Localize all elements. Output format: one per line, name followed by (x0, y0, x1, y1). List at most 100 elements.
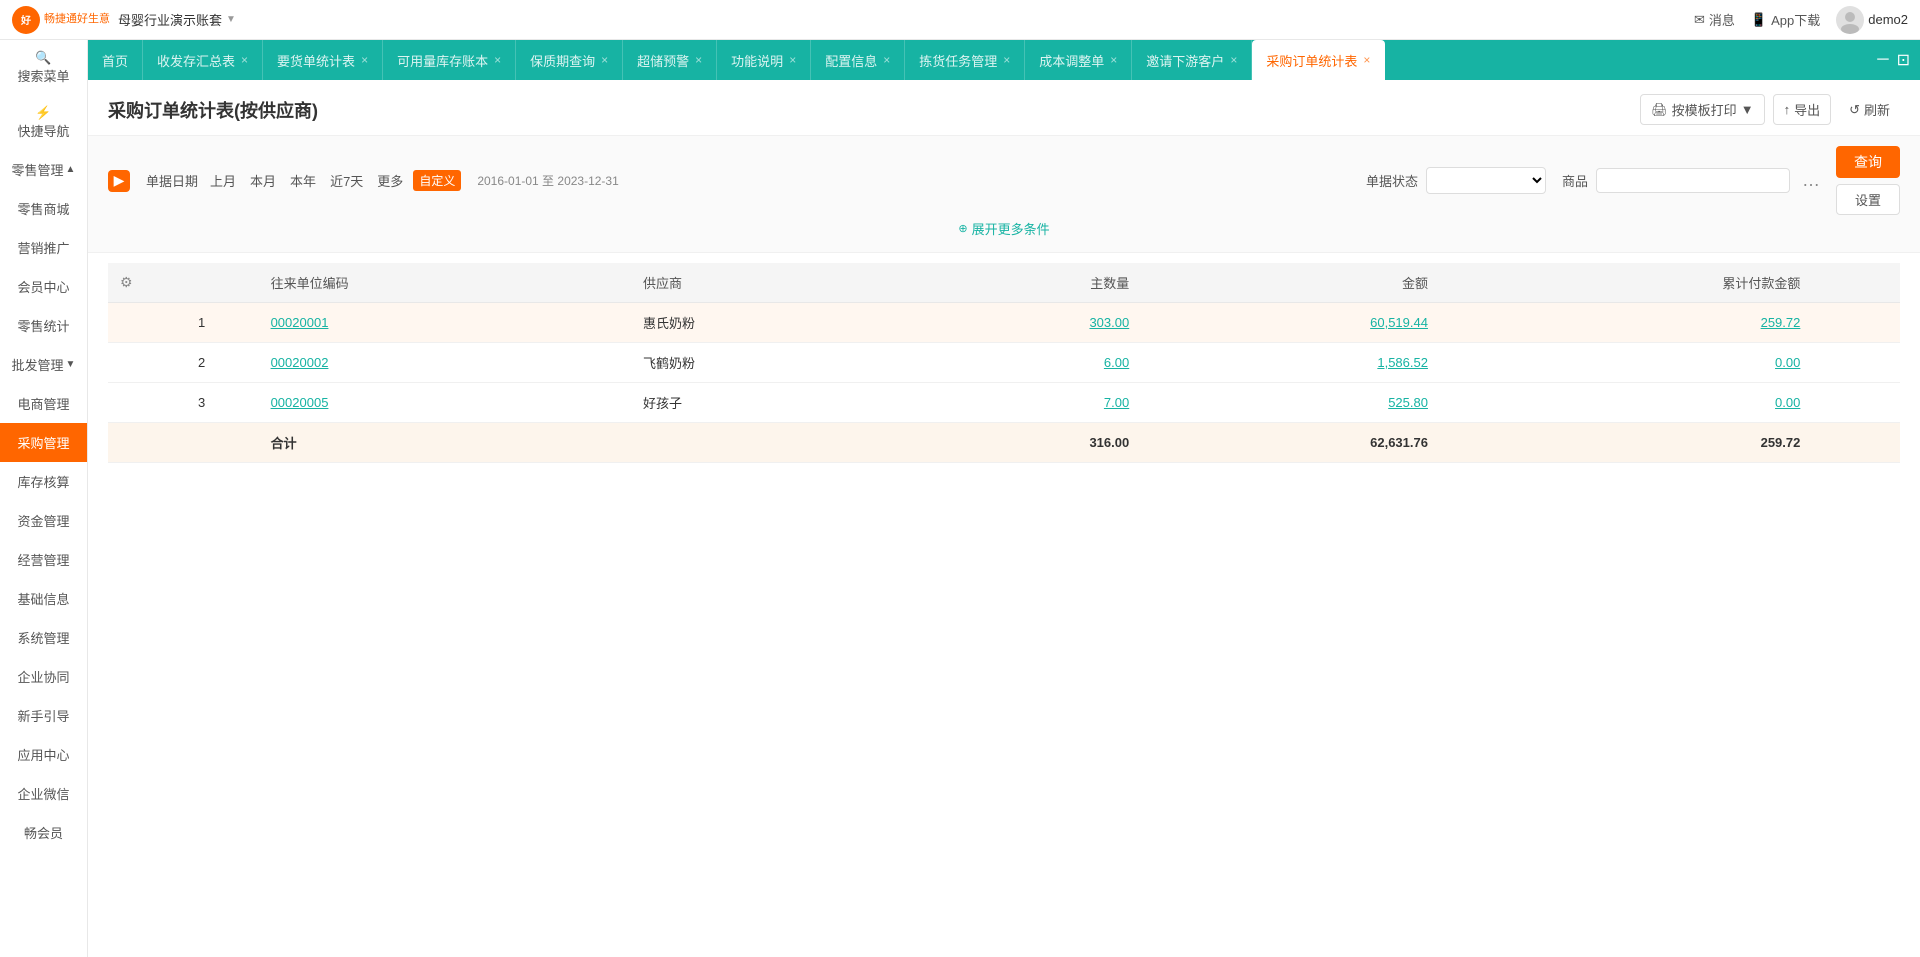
refresh-button[interactable]: ↺ 刷新 (1839, 95, 1900, 124)
query-panel: 查询 设置 (1836, 146, 1900, 215)
col-header-supplier: 供应商 (631, 263, 908, 303)
date-custom-tag[interactable]: 自定义 (413, 170, 461, 191)
tab-home[interactable]: 首页 (88, 40, 143, 80)
tab-picking-task-close[interactable]: × (1003, 53, 1010, 67)
date-shortcut-more[interactable]: 更多 (373, 169, 407, 192)
right-filters: 单据状态 商品 … 查询 设置 (635, 146, 1900, 215)
tabs-minimize-icon[interactable]: ─ (1877, 51, 1888, 69)
more-dots-icon[interactable]: … (1802, 170, 1820, 191)
tab-available-stock[interactable]: 可用量库存账本 × (383, 40, 516, 80)
row-paid-cell[interactable]: 0.00 (1440, 383, 1812, 423)
retail-arrow-icon: ▲ (66, 164, 76, 175)
tab-expiry-query-close[interactable]: × (601, 53, 608, 67)
sidebar-item-newguide[interactable]: 新手引导 (0, 696, 87, 735)
row-code-cell[interactable]: 00020001 (259, 303, 631, 343)
tab-picking-task[interactable]: 拣货任务管理 × (905, 40, 1025, 80)
column-settings-icon[interactable]: ⚙ (120, 274, 133, 290)
app-download-action[interactable]: 📱 App下载 (1751, 10, 1820, 29)
row-qty-cell[interactable]: 303.00 (908, 303, 1141, 343)
row-paid-cell[interactable]: 0.00 (1440, 343, 1812, 383)
col-header-empty (1812, 263, 1900, 303)
sidebar-item-wholesale[interactable]: 批发管理 ▼ (0, 345, 87, 384)
sidebar-item-system[interactable]: 系统管理 (0, 618, 87, 657)
date-shortcut-last-month[interactable]: 上月 (206, 169, 240, 192)
user-area[interactable]: demo2 (1836, 6, 1908, 34)
sidebar: 🔍 搜索菜单 ⚡ 快捷导航 零售管理 ▲ 零售商城 营销推广 会员中心 零售统计… (0, 40, 88, 957)
tab-overstock-warning-label: 超储预警 (637, 51, 689, 70)
tab-function-desc[interactable]: 功能说明 × (717, 40, 811, 80)
tab-purchase-goods-close[interactable]: × (361, 53, 368, 67)
table-footer-row: 合计 316.00 62,631.76 259.72 (108, 423, 1900, 463)
sidebar-item-member[interactable]: 会员中心 (0, 267, 87, 306)
sidebar-item-basic[interactable]: 基础信息 (0, 579, 87, 618)
tab-invite-downstream-close[interactable]: × (1230, 53, 1237, 67)
sidebar-item-operations[interactable]: 经营管理 (0, 540, 87, 579)
row-code-cell[interactable]: 00020005 (259, 383, 631, 423)
tab-purchase-goods[interactable]: 要货单统计表 × (263, 40, 383, 80)
sidebar-item-inventory[interactable]: 库存核算 (0, 462, 87, 501)
tab-cost-adjust-close[interactable]: × (1110, 53, 1117, 67)
row-no-cell: 2 (145, 343, 259, 383)
workspace-label: 母婴行业演示账套 (118, 10, 222, 29)
tab-picking-task-label: 拣货任务管理 (919, 51, 997, 70)
tab-expiry-query[interactable]: 保质期查询 × (516, 40, 623, 80)
export-label: 导出 (1794, 100, 1820, 119)
nav-tabs: 首页 收发存汇总表 × 要货单统计表 × 可用量库存账本 × 保质期查询 × 超… (88, 40, 1920, 80)
sidebar-item-retail-stats[interactable]: 零售统计 (0, 306, 87, 345)
date-shortcut-this-month[interactable]: 本月 (246, 169, 280, 192)
row-amount-cell[interactable]: 1,586.52 (1141, 343, 1440, 383)
filter-toggle[interactable]: ▶ (108, 170, 130, 192)
sidebar-item-vip[interactable]: 畅会员 (0, 813, 87, 852)
print-button[interactable]: 🖨 按模板打印 ▼ (1640, 94, 1764, 125)
settings-button[interactable]: 设置 (1836, 184, 1900, 215)
sidebar-item-appcenter[interactable]: 应用中心 (0, 735, 87, 774)
sidebar-item-retail-shop[interactable]: 零售商城 (0, 189, 87, 228)
goods-input[interactable] (1596, 168, 1790, 193)
sidebar-item-wechat[interactable]: 企业微信 (0, 774, 87, 813)
tab-purchase-stats[interactable]: 采购订单统计表 × (1252, 40, 1385, 80)
row-qty-cell[interactable]: 6.00 (908, 343, 1141, 383)
sidebar-item-search[interactable]: 🔍 搜索菜单 (0, 40, 87, 95)
query-button[interactable]: 查询 (1836, 146, 1900, 178)
tab-cost-adjust[interactable]: 成本调整单 × (1025, 40, 1132, 80)
export-button[interactable]: ↑ 导出 (1773, 94, 1832, 125)
row-code-cell[interactable]: 00020002 (259, 343, 631, 383)
top-bar: 好 畅捷通好生意 母婴行业演示账套 ▼ ✉ 消息 📱 App下载 demo2 (0, 0, 1920, 40)
expand-conditions-button[interactable]: ⊕ 展开更多条件 (108, 215, 1900, 242)
message-action[interactable]: ✉ 消息 (1694, 10, 1735, 29)
tab-receive-summary[interactable]: 收发存汇总表 × (143, 40, 263, 80)
tab-home-label: 首页 (102, 51, 128, 70)
tab-receive-summary-label: 收发存汇总表 (157, 51, 235, 70)
tab-invite-downstream[interactable]: 邀请下游客户 × (1132, 40, 1252, 80)
tab-config-info[interactable]: 配置信息 × (811, 40, 905, 80)
tab-overstock-warning[interactable]: 超储预警 × (623, 40, 717, 80)
expand-icon: ⊕ (958, 222, 967, 235)
row-qty-cell[interactable]: 7.00 (908, 383, 1141, 423)
goods-label: 商品 (1562, 171, 1588, 190)
sidebar-item-retail[interactable]: 零售管理 ▲ (0, 150, 87, 189)
row-paid-cell[interactable]: 259.72 (1440, 303, 1812, 343)
tab-purchase-stats-close[interactable]: × (1363, 53, 1370, 67)
user-name: demo2 (1868, 12, 1908, 27)
sidebar-item-ecommerce[interactable]: 电商管理 (0, 384, 87, 423)
date-shortcut-this-year[interactable]: 本年 (286, 169, 320, 192)
sidebar-item-quicknav[interactable]: ⚡ 快捷导航 (0, 95, 87, 150)
tab-available-stock-close[interactable]: × (494, 53, 501, 67)
sidebar-item-enterprise[interactable]: 企业协同 (0, 657, 87, 696)
date-from: 2016-01-01 至 2023-12-31 (477, 172, 618, 189)
sidebar-item-finance[interactable]: 资金管理 (0, 501, 87, 540)
tab-config-info-close[interactable]: × (883, 53, 890, 67)
date-shortcut-7days[interactable]: 近7天 (326, 169, 367, 192)
tab-expiry-query-label: 保质期查询 (530, 51, 595, 70)
tabs-expand-icon[interactable]: ⊡ (1897, 50, 1910, 70)
row-amount-cell[interactable]: 60,519.44 (1141, 303, 1440, 343)
tab-overstock-warning-close[interactable]: × (695, 53, 702, 67)
tab-function-desc-close[interactable]: × (789, 53, 796, 67)
sidebar-item-marketing[interactable]: 营销推广 (0, 228, 87, 267)
tab-receive-summary-close[interactable]: × (241, 53, 248, 67)
workspace-select[interactable]: 母婴行业演示账套 ▼ (118, 10, 236, 29)
sidebar-item-purchase[interactable]: 采购管理 (0, 423, 87, 462)
date-shortcuts: 上月 本月 本年 近7天 更多 自定义 (206, 169, 461, 192)
row-amount-cell[interactable]: 525.80 (1141, 383, 1440, 423)
status-select[interactable] (1426, 167, 1546, 194)
